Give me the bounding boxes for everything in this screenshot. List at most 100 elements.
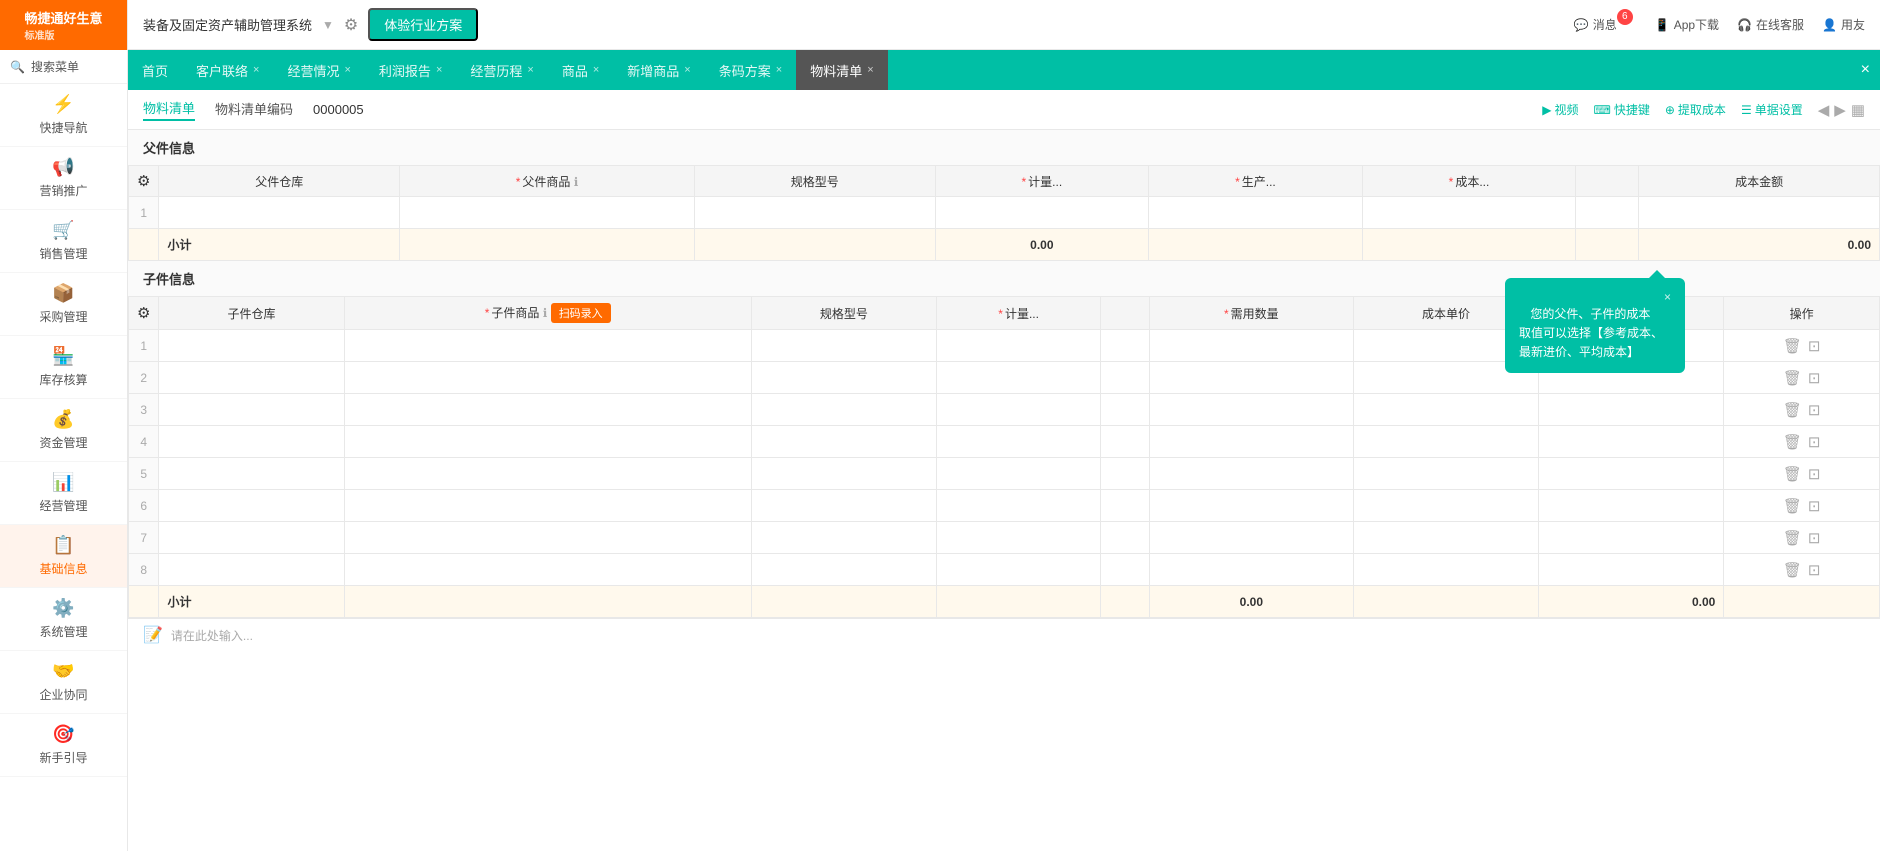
parent-row-1-unit[interactable] xyxy=(935,197,1149,229)
sidebar-item-finance[interactable]: 💰 资金管理 xyxy=(0,399,127,462)
child-row-2-qty[interactable] xyxy=(1149,362,1353,394)
copy-icon-8[interactable]: ⊡ xyxy=(1808,561,1821,579)
child-row-4-unit[interactable] xyxy=(936,426,1100,458)
online-service-item[interactable]: 🎧 在线客服 xyxy=(1737,16,1804,33)
delete-icon-6[interactable]: 🗑 xyxy=(1783,497,1802,515)
child-row-7-qty[interactable] xyxy=(1149,522,1353,554)
user-item[interactable]: 👤 用友 xyxy=(1822,16,1865,33)
child-row-8-qty[interactable] xyxy=(1149,554,1353,586)
child-row-5-spec[interactable] xyxy=(751,458,936,490)
child-row-2-unit[interactable] xyxy=(936,362,1100,394)
sidebar-item-quick-nav[interactable]: ⚡ 快捷导航 xyxy=(0,84,127,147)
child-row-4-warehouse[interactable] xyxy=(159,426,344,458)
tab-profit[interactable]: 利润报告 × xyxy=(365,50,456,90)
child-row-4-goods[interactable] xyxy=(344,426,751,458)
copy-icon-5[interactable]: ⊡ xyxy=(1808,465,1821,483)
close-all-tabs[interactable]: × xyxy=(1851,61,1880,79)
child-row-8-unit[interactable] xyxy=(936,554,1100,586)
parent-row-1-warehouse[interactable] xyxy=(159,197,400,229)
child-row-3-warehouse[interactable] xyxy=(159,394,344,426)
child-row-1-goods[interactable] xyxy=(344,330,751,362)
tooltip-close-btn[interactable]: × xyxy=(1664,288,1671,307)
child-row-8-warehouse[interactable] xyxy=(159,554,344,586)
tab-goods-close[interactable]: × xyxy=(593,64,599,76)
child-row-2-warehouse[interactable] xyxy=(159,362,344,394)
child-row-4-spec[interactable] xyxy=(751,426,936,458)
child-row-1-spec[interactable] xyxy=(751,330,936,362)
sidebar-item-inventory[interactable]: 🏪 库存核算 xyxy=(0,336,127,399)
delete-icon-2[interactable]: 🗑 xyxy=(1783,369,1802,387)
info-icon-child[interactable]: ℹ xyxy=(543,306,548,320)
tab-home[interactable]: 首页 xyxy=(128,50,182,90)
sidebar-item-guide[interactable]: 🎯 新手引导 xyxy=(0,714,127,777)
message-item[interactable]: 💬 消息 6 xyxy=(1574,16,1637,33)
tab-operations[interactable]: 经营情况 × xyxy=(273,50,364,90)
child-row-5-warehouse[interactable] xyxy=(159,458,344,490)
bottom-hint-text[interactable]: 请在此处输入... xyxy=(171,627,253,644)
child-row-3-goods[interactable] xyxy=(344,394,751,426)
topbar-gear-icon[interactable]: ⚙ xyxy=(344,15,358,35)
tab-customer-close[interactable]: × xyxy=(253,64,259,76)
copy-icon-1[interactable]: ⊡ xyxy=(1808,337,1821,355)
child-row-7-goods[interactable] xyxy=(344,522,751,554)
delete-icon-1[interactable]: 🗑 xyxy=(1783,337,1802,355)
sub-tab-code-label[interactable]: 物料清单编码 xyxy=(215,99,293,120)
next-icon[interactable]: ▶ xyxy=(1834,101,1846,119)
sidebar-item-system[interactable]: ⚙️ 系统管理 xyxy=(0,588,127,651)
child-row-1-unit[interactable] xyxy=(936,330,1100,362)
delete-icon-5[interactable]: 🗑 xyxy=(1783,465,1802,483)
child-row-6-goods[interactable] xyxy=(344,490,751,522)
sidebar-item-marketing[interactable]: 📢 营销推广 xyxy=(0,147,127,210)
scroll-area[interactable]: × 您的父件、子件的成本取值可以选择【参考成本、最新进价、平均成本】 父件信息 … xyxy=(128,130,1880,851)
copy-icon-4[interactable]: ⊡ xyxy=(1808,433,1821,451)
parent-col-settings[interactable]: ⚙ xyxy=(129,166,159,197)
sub-tab-bom[interactable]: 物料清单 xyxy=(143,98,195,121)
sidebar-item-sales[interactable]: 🛒 销售管理 xyxy=(0,210,127,273)
child-row-6-unit[interactable] xyxy=(936,490,1100,522)
child-row-8-spec[interactable] xyxy=(751,554,936,586)
tab-goods[interactable]: 商品 × xyxy=(548,50,613,90)
tab-operations-close[interactable]: × xyxy=(344,64,350,76)
action-extract-cost[interactable]: ⊕ 提取成本 xyxy=(1665,101,1726,118)
delete-icon-3[interactable]: 🗑 xyxy=(1783,401,1802,419)
tab-new-goods-close[interactable]: × xyxy=(684,64,690,76)
child-row-4-qty[interactable] xyxy=(1149,426,1353,458)
child-row-5-unit[interactable] xyxy=(936,458,1100,490)
scan-btn[interactable]: 扫码录入 xyxy=(551,303,611,323)
copy-icon-3[interactable]: ⊡ xyxy=(1808,401,1821,419)
topbar-dropdown-arrow[interactable]: ▼ xyxy=(322,18,334,32)
search-menu[interactable]: 🔍 搜索菜单 xyxy=(0,50,127,84)
action-single-settings[interactable]: ☰ 单据设置 xyxy=(1741,101,1803,118)
child-row-6-warehouse[interactable] xyxy=(159,490,344,522)
trial-button[interactable]: 体验行业方案 xyxy=(368,8,478,41)
copy-icon-7[interactable]: ⊡ xyxy=(1808,529,1821,547)
child-row-1-qty[interactable] xyxy=(1149,330,1353,362)
child-row-3-spec[interactable] xyxy=(751,394,936,426)
tab-customer[interactable]: 客户联络 × xyxy=(182,50,273,90)
sidebar-item-operations[interactable]: 📊 经营管理 xyxy=(0,462,127,525)
parent-row-1-prod[interactable] xyxy=(1149,197,1363,229)
delete-icon-8[interactable]: 🗑 xyxy=(1783,561,1802,579)
tab-bom-close[interactable]: × xyxy=(867,64,873,76)
tab-new-goods[interactable]: 新增商品 × xyxy=(613,50,704,90)
child-row-7-unit[interactable] xyxy=(936,522,1100,554)
copy-icon-6[interactable]: ⊡ xyxy=(1808,497,1821,515)
info-icon-parent[interactable]: ℹ xyxy=(574,175,579,189)
tab-profit-close[interactable]: × xyxy=(436,64,442,76)
sidebar-item-basic-info[interactable]: 📋 基础信息 xyxy=(0,525,127,588)
child-row-7-warehouse[interactable] xyxy=(159,522,344,554)
app-download-item[interactable]: 📱 App下载 xyxy=(1655,16,1719,33)
child-row-6-spec[interactable] xyxy=(751,490,936,522)
child-row-8-goods[interactable] xyxy=(344,554,751,586)
child-row-2-spec[interactable] xyxy=(751,362,936,394)
parent-row-1-spec[interactable] xyxy=(694,197,935,229)
sidebar-item-purchase[interactable]: 📦 采购管理 xyxy=(0,273,127,336)
child-row-7-spec[interactable] xyxy=(751,522,936,554)
child-row-3-qty[interactable] xyxy=(1149,394,1353,426)
child-col-settings[interactable]: ⚙ xyxy=(129,297,159,330)
delete-icon-4[interactable]: 🗑 xyxy=(1783,433,1802,451)
child-row-5-qty[interactable] xyxy=(1149,458,1353,490)
child-row-2-goods[interactable] xyxy=(344,362,751,394)
tab-history[interactable]: 经营历程 × xyxy=(456,50,547,90)
delete-icon-7[interactable]: 🗑 xyxy=(1783,529,1802,547)
